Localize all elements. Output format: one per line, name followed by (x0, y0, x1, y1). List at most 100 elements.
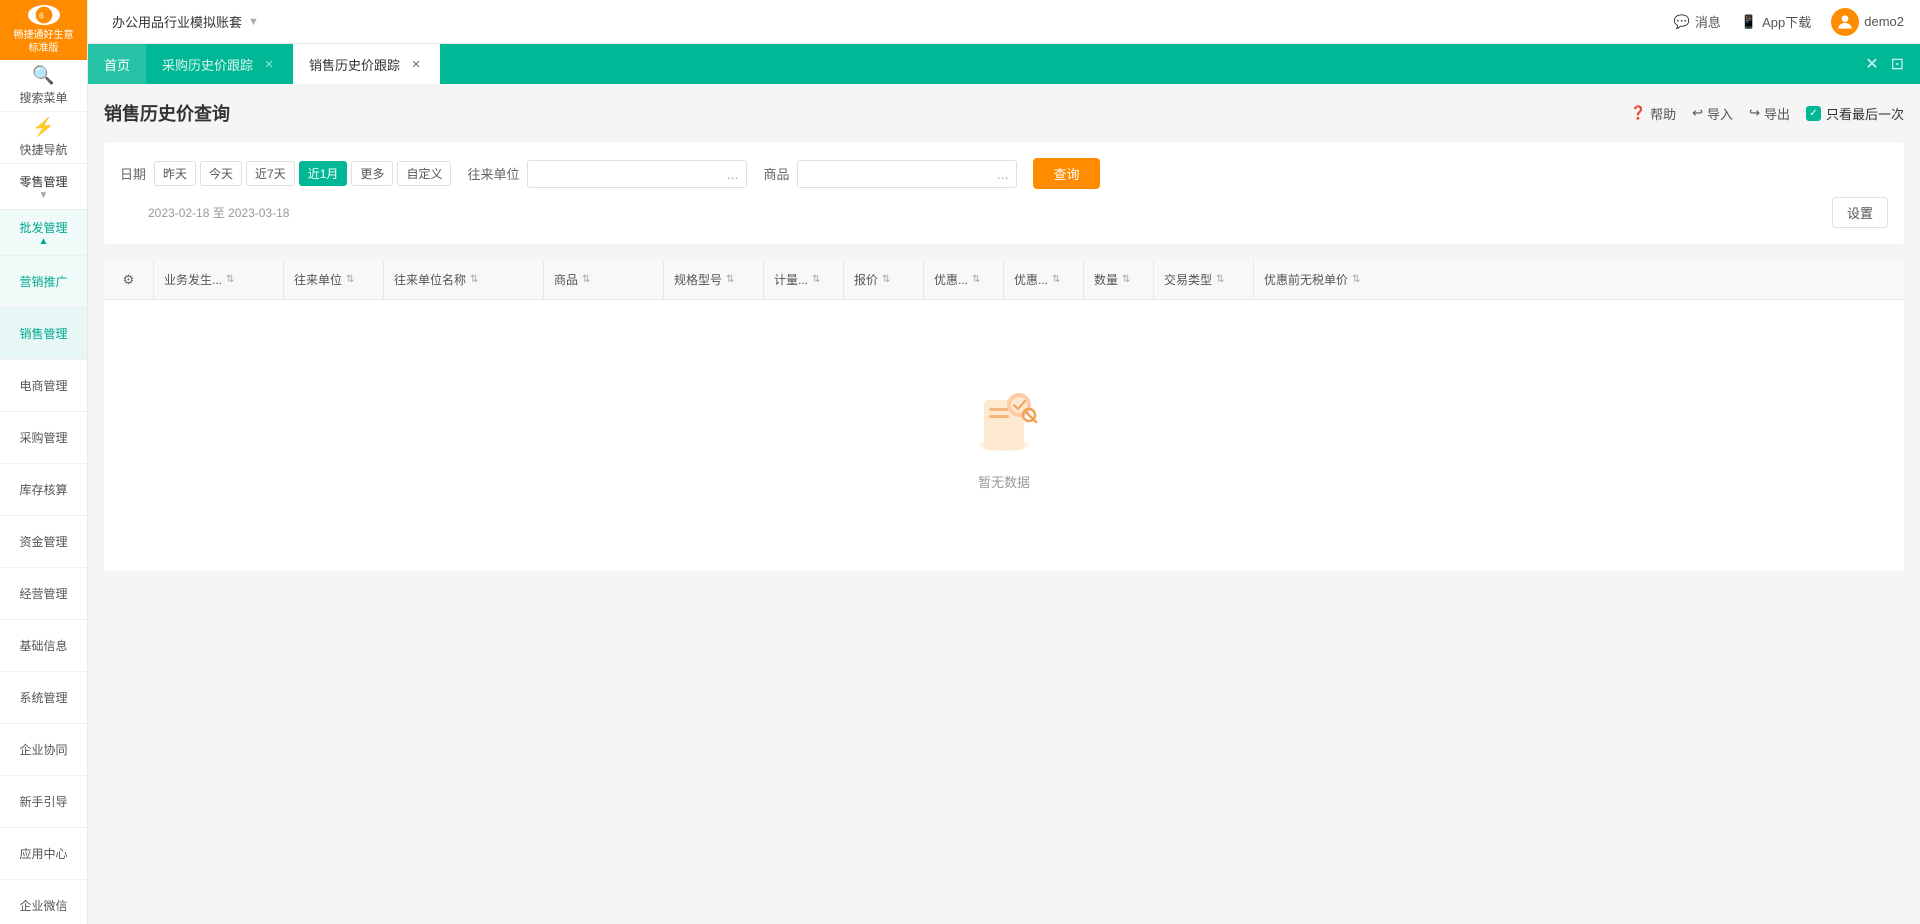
svg-text:6: 6 (39, 10, 44, 20)
operations-label: 经营管理 (19, 585, 67, 602)
top-bar-right: 💬 消息 📱 App下载 demo2 (1674, 8, 1904, 36)
date-btn-1month[interactable]: 近1月 (299, 161, 348, 186)
col-discount2[interactable]: 优惠... ⇅ (1004, 260, 1084, 299)
sort-icon-quantity: ⇅ (1122, 274, 1130, 285)
app-download-icon: 📱 (1741, 14, 1757, 30)
sidebar-item-basic[interactable]: 基础信息 (0, 620, 87, 672)
app-download-button[interactable]: 📱 App下载 (1741, 12, 1811, 31)
tab-purchase-close[interactable]: ✕ (261, 56, 277, 72)
export-icon: ↪ (1749, 105, 1760, 121)
tab-close-all-icon[interactable]: ✕ (1865, 54, 1878, 74)
col-partner-name[interactable]: 往来单位名称 ⇅ (384, 260, 544, 299)
partner-label: 往来单位 (467, 164, 519, 183)
empty-state-icon (964, 380, 1044, 460)
col-spec-label: 规格型号 (674, 271, 722, 288)
message-icon: 💬 (1674, 14, 1690, 30)
sidebar-item-guide[interactable]: 新手引导 (0, 776, 87, 828)
sales-label: 销售管理 (19, 325, 67, 342)
partner-input[interactable]: ... (527, 160, 747, 188)
message-button[interactable]: 💬 消息 (1674, 12, 1721, 31)
date-btn-yesterday[interactable]: 昨天 (154, 161, 196, 186)
marketing-label: 营销推广 (19, 273, 67, 290)
col-no-tax-price[interactable]: 优惠前无税单价 ⇅ (1254, 260, 1904, 299)
sidebar-item-quick-nav[interactable]: ⚡ 快捷导航 (0, 112, 87, 164)
sidebar-item-retail[interactable]: 零售管理 ▼ (0, 164, 87, 210)
col-partner-code[interactable]: 往来单位 ⇅ (284, 260, 384, 299)
workspace-selector[interactable]: 办公用品行业模拟账套 ▼ (104, 8, 267, 35)
empty-state: 暂无数据 (104, 300, 1904, 571)
only-last-checkbox[interactable]: ✓ 只看最后一次 (1806, 104, 1904, 123)
table-settings-icon[interactable]: ⚙ (104, 260, 154, 299)
tab-bar-actions: ✕ ⊡ (1865, 54, 1920, 74)
sidebar-item-ecommerce[interactable]: 电商管理 (0, 360, 87, 412)
sort-icon-date: ⇅ (226, 274, 234, 285)
import-button[interactable]: ↩ 导入 (1692, 104, 1733, 123)
sort-icon-no-tax-price: ⇅ (1352, 274, 1360, 285)
col-price[interactable]: 报价 ⇅ (844, 260, 924, 299)
col-partner-name-label: 往来单位名称 (394, 271, 466, 288)
date-btn-today[interactable]: 今天 (200, 161, 242, 186)
col-discount1-label: 优惠... (934, 271, 968, 288)
sidebar-item-wechat[interactable]: 企业微信 (0, 880, 87, 924)
top-bar: 办公用品行业模拟账套 ▼ 💬 消息 📱 App下载 demo2 (88, 0, 1920, 44)
sidebar-item-inventory[interactable]: 库存核算 (0, 464, 87, 516)
empty-state-text: 暂无数据 (978, 472, 1030, 491)
settings-button[interactable]: 设置 (1832, 197, 1888, 228)
logo-icon: 6 (28, 5, 60, 25)
wholesale-arrow: ▲ (39, 236, 49, 247)
col-date[interactable]: 业务发生... ⇅ (154, 260, 284, 299)
sidebar-item-search-menu[interactable]: 🔍 搜索菜单 (0, 60, 87, 112)
logo-title: 畅捷通好生意 (14, 29, 74, 42)
filter-row-2: 2023-02-18 至 2023-03-18 设置 (120, 197, 1888, 228)
filter-panel: 日期 昨天 今天 近7天 近1月 更多 自定义 往来单位 ... (104, 142, 1904, 244)
tab-maximize-icon[interactable]: ⊡ (1891, 54, 1904, 74)
sort-icon-spec: ⇅ (726, 274, 734, 285)
help-label: 帮助 (1650, 104, 1676, 123)
logo-subtitle: 标准版 (14, 42, 74, 55)
sidebar-subitem-sales[interactable]: 销售管理 (0, 308, 87, 360)
tab-home[interactable]: 首页 (88, 44, 146, 84)
sidebar-item-finance[interactable]: 资金管理 (0, 516, 87, 568)
tab-purchase-history[interactable]: 采购历史价跟踪 ✕ (146, 44, 293, 84)
sidebar-subitem-marketing[interactable]: 营销推广 (0, 256, 87, 308)
sort-icon-product: ⇅ (582, 274, 590, 285)
retail-arrow: ▼ (39, 190, 49, 201)
col-unit-label: 计量... (774, 271, 808, 288)
sidebar-item-system[interactable]: 系统管理 (0, 672, 87, 724)
col-quantity[interactable]: 数量 ⇅ (1084, 260, 1154, 299)
col-partner-code-label: 往来单位 (294, 271, 342, 288)
tab-sales-history[interactable]: 销售历史价跟踪 ✕ (293, 44, 440, 84)
date-btn-more[interactable]: 更多 (351, 161, 393, 186)
sidebar-item-wholesale[interactable]: 批发管理 ▲ (0, 210, 87, 256)
enterprise-label: 企业协同 (19, 741, 67, 758)
export-label: 导出 (1764, 104, 1790, 123)
tab-sales-close[interactable]: ✕ (408, 56, 424, 72)
app-center-label: 应用中心 (19, 845, 67, 862)
user-menu[interactable]: demo2 (1831, 8, 1904, 36)
product-dots: ... (997, 166, 1009, 182)
date-btn-7days[interactable]: 近7天 (246, 161, 295, 186)
system-label: 系统管理 (19, 689, 67, 706)
sort-icon-unit: ⇅ (812, 274, 820, 285)
col-spec[interactable]: 规格型号 ⇅ (664, 260, 764, 299)
top-bar-left: 办公用品行业模拟账套 ▼ (104, 8, 267, 35)
date-btn-custom[interactable]: 自定义 (397, 161, 451, 186)
col-product[interactable]: 商品 ⇅ (544, 260, 664, 299)
col-unit[interactable]: 计量... ⇅ (764, 260, 844, 299)
col-trade-type-label: 交易类型 (1164, 271, 1212, 288)
sidebar-item-purchase[interactable]: 采购管理 (0, 412, 87, 464)
col-discount1[interactable]: 优惠... ⇅ (924, 260, 1004, 299)
sort-icon-discount1: ⇅ (972, 274, 980, 285)
message-label: 消息 (1695, 12, 1721, 31)
product-input[interactable]: ... (797, 160, 1017, 188)
query-button[interactable]: 查询 (1033, 158, 1099, 189)
export-button[interactable]: ↪ 导出 (1749, 104, 1790, 123)
date-buttons: 昨天 今天 近7天 近1月 更多 自定义 (154, 161, 451, 186)
sidebar-item-enterprise[interactable]: 企业协同 (0, 724, 87, 776)
data-table: ⚙ 业务发生... ⇅ 往来单位 ⇅ 往来单位名称 ⇅ 商品 ⇅ (104, 260, 1904, 571)
sidebar-item-app-center[interactable]: 应用中心 (0, 828, 87, 880)
help-button[interactable]: ❓ 帮助 (1630, 104, 1676, 123)
quick-nav-icon: ⚡ (32, 117, 54, 138)
sidebar-item-operations[interactable]: 经营管理 (0, 568, 87, 620)
col-trade-type[interactable]: 交易类型 ⇅ (1154, 260, 1254, 299)
